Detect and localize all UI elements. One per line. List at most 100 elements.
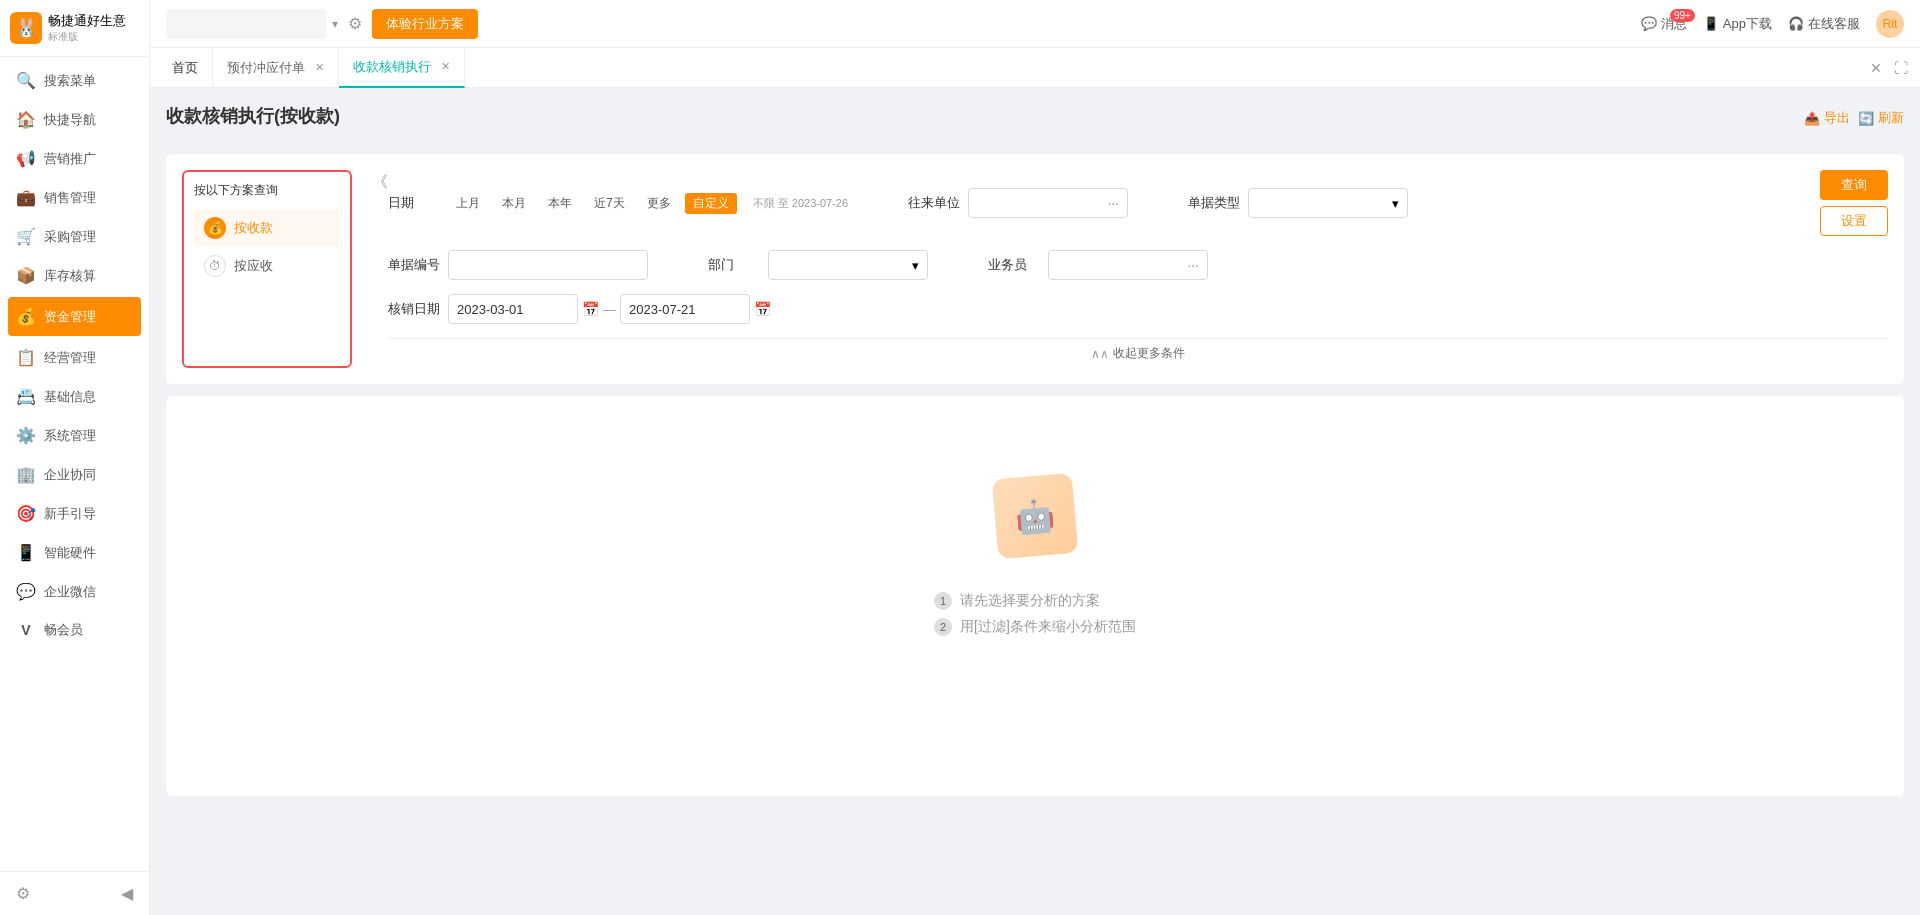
date-label: 日期 (388, 194, 440, 212)
sidebar-item-enterprise[interactable]: 🏢 企业协同 (0, 455, 149, 494)
topbar-gear-icon[interactable]: ⚙ (348, 14, 362, 33)
sidebar-item-operations[interactable]: 📋 经营管理 (0, 338, 149, 377)
filter-option-by-receipt[interactable]: 💰 按收款 (194, 209, 340, 247)
export-label: 导出 (1824, 109, 1850, 127)
date-btn-this-month[interactable]: 本月 (494, 193, 534, 214)
content-area: 收款核销执行(按收款) 📤 导出 🔄 刷新 按以下方案查询 (150, 88, 1920, 915)
logo-title: 畅捷通好生意 (48, 12, 126, 30)
enterprise-icon: 🏢 (16, 465, 36, 484)
sales-icon: 💼 (16, 188, 36, 207)
dept-chevron-icon: ▾ (912, 258, 919, 273)
voucher-type-dropdown[interactable]: ▾ (1248, 188, 1408, 218)
date-btn-7days[interactable]: 近7天 (586, 193, 633, 214)
sidebar-item-marketing[interactable]: 📢 营销推广 (0, 139, 149, 178)
sidebar-item-label: 采购管理 (44, 228, 96, 246)
sidebar-item-hardware[interactable]: 📱 智能硬件 (0, 533, 149, 572)
filter-sidebar-collapse-icon[interactable]: 《 (372, 172, 388, 193)
counterparty-field: 往来单位 ··· (908, 188, 1128, 218)
date-sublabel: 不限 至 2023-07-26 (753, 195, 848, 211)
by-receipt-icon: 💰 (204, 217, 226, 239)
staff-field: 业务员 ··· (988, 250, 1208, 280)
sidebar-item-label: 基础信息 (44, 388, 96, 406)
user-area[interactable]: Rit (1876, 10, 1904, 38)
sidebar-settings-icon[interactable]: ⚙ (16, 884, 30, 903)
sidebar-item-label: 库存核算 (44, 267, 96, 285)
offset-date-label: 核销日期 (388, 300, 440, 318)
counterparty-select[interactable]: ··· (968, 188, 1128, 218)
customer-service-label: 在线客服 (1808, 15, 1860, 33)
message-badge: 99+ (1670, 9, 1695, 22)
sidebar-item-inventory[interactable]: 📦 库存核算 (0, 256, 149, 295)
topbar-search-box (166, 9, 326, 39)
tab-home[interactable]: 首页 (158, 48, 213, 88)
voucher-type-label: 单据类型 (1188, 194, 1240, 212)
date-field: 日期 上月 本月 本年 近7天 更多 自定义 不限 至 2023-07-26 (388, 193, 848, 214)
filter-option-by-receivable[interactable]: ⏱ 按应收 (194, 247, 340, 285)
refresh-button[interactable]: 🔄 刷新 (1858, 109, 1904, 127)
sidebar-item-search[interactable]: 🔍 搜索菜单 (0, 61, 149, 100)
setting-button[interactable]: 设置 (1820, 206, 1888, 236)
topbar-chevron-icon[interactable]: ▾ (332, 17, 338, 31)
topbar: ▾ ⚙ 体验行业方案 💬 消息 99+ 📱 App下载 🎧 在线客服 Rit (150, 0, 1920, 48)
filter-sidebar: 按以下方案查询 💰 按收款 ⏱ 按应收 (182, 170, 352, 368)
sidebar-item-guide[interactable]: 🎯 新手引导 (0, 494, 149, 533)
message-button[interactable]: 💬 消息 99+ (1641, 15, 1687, 33)
app-download-button[interactable]: 📱 App下载 (1703, 15, 1772, 33)
sidebar-item-system[interactable]: ⚙️ 系统管理 (0, 416, 149, 455)
tip-text-1: 请先选择要分析的方案 (960, 592, 1100, 610)
export-button[interactable]: 📤 导出 (1804, 109, 1850, 127)
main-area: ▾ ⚙ 体验行业方案 💬 消息 99+ 📱 App下载 🎧 在线客服 Rit (150, 0, 1920, 915)
sidebar-item-purchase[interactable]: 🛒 采购管理 (0, 217, 149, 256)
empty-illustration: 🤖 (985, 476, 1085, 576)
offset-date-end-calendar-icon[interactable]: 📅 (754, 301, 771, 317)
user-text: Rit (1883, 17, 1898, 31)
offset-date-start-input[interactable] (448, 294, 578, 324)
empty-tips: 1 请先选择要分析的方案 2 用[过滤]条件来缩小分析范围 (934, 592, 1136, 644)
sidebar-item-basic-info[interactable]: 📇 基础信息 (0, 377, 149, 416)
sidebar-item-sales[interactable]: 💼 销售管理 (0, 178, 149, 217)
date-btn-last-month[interactable]: 上月 (448, 193, 488, 214)
customer-service-button[interactable]: 🎧 在线客服 (1788, 15, 1860, 33)
tab-prepay-close-icon[interactable]: ✕ (315, 61, 324, 74)
user-avatar: Rit (1876, 10, 1904, 38)
sidebar-item-label: 智能硬件 (44, 544, 96, 562)
sidebar-item-label: 搜索菜单 (44, 72, 96, 90)
logo-icon: 🐰 (10, 12, 42, 44)
offset-date-input-group: 📅 — 📅 (448, 294, 771, 324)
sidebar-collapse-icon[interactable]: ◀ (121, 884, 133, 903)
sidebar-item-label: 系统管理 (44, 427, 96, 445)
tab-receipt-close-icon[interactable]: ✕ (441, 60, 450, 73)
main-content-area: 🤖 1 请先选择要分析的方案 2 用[过滤]条件来缩小分析范围 (166, 396, 1904, 796)
query-button[interactable]: 查询 (1820, 170, 1888, 200)
close-tab-icon[interactable]: ✕ (1866, 56, 1886, 80)
dept-dropdown[interactable]: ▾ (768, 250, 928, 280)
sidebar: 🐰 畅捷通好生意 标准版 🔍 搜索菜单 🏠 快捷导航 📢 营销推广 💼 销售管理… (0, 0, 150, 915)
logo-badge: 标准版 (48, 30, 126, 44)
date-btn-custom[interactable]: 自定义 (685, 193, 737, 214)
empty-state: 🤖 1 请先选择要分析的方案 2 用[过滤]条件来缩小分析范围 (166, 396, 1904, 724)
staff-select[interactable]: ··· (1048, 250, 1208, 280)
voucher-no-input[interactable] (448, 250, 648, 280)
sidebar-item-label: 经营管理 (44, 349, 96, 367)
tab-prepay-conflict[interactable]: 预付冲应付单 ✕ (213, 48, 339, 88)
date-btn-more[interactable]: 更多 (639, 193, 679, 214)
sidebar-item-quick-nav[interactable]: 🏠 快捷导航 (0, 100, 149, 139)
dept-label: 部门 (708, 256, 760, 274)
sidebar-item-wechat[interactable]: 💬 企业微信 (0, 572, 149, 611)
sidebar-item-member[interactable]: V 畅会员 (0, 611, 149, 649)
tab-home-label: 首页 (172, 59, 198, 77)
collapse-more-btn[interactable]: ∧∧ 收起更多条件 (388, 338, 1888, 368)
date-btn-this-year[interactable]: 本年 (540, 193, 580, 214)
offset-date-field: 核销日期 📅 — 📅 (388, 294, 771, 324)
by-receivable-icon: ⏱ (204, 255, 226, 277)
sidebar-item-finance[interactable]: 💰 资金管理 (8, 297, 141, 336)
offset-date-start-calendar-icon[interactable]: 📅 (582, 301, 599, 317)
staff-dots-icon: ··· (1187, 257, 1199, 273)
sidebar-footer: ⚙ ◀ (0, 871, 149, 915)
empty-robot-icon: 🤖 (992, 473, 1079, 560)
topbar-left: ▾ ⚙ 体验行业方案 (166, 9, 478, 39)
tab-receipt-offset[interactable]: 收款核销执行 ✕ (339, 48, 465, 88)
industry-solution-button[interactable]: 体验行业方案 (372, 9, 478, 39)
maximize-tab-icon[interactable]: ⛶ (1890, 56, 1912, 80)
offset-date-end-input[interactable] (620, 294, 750, 324)
